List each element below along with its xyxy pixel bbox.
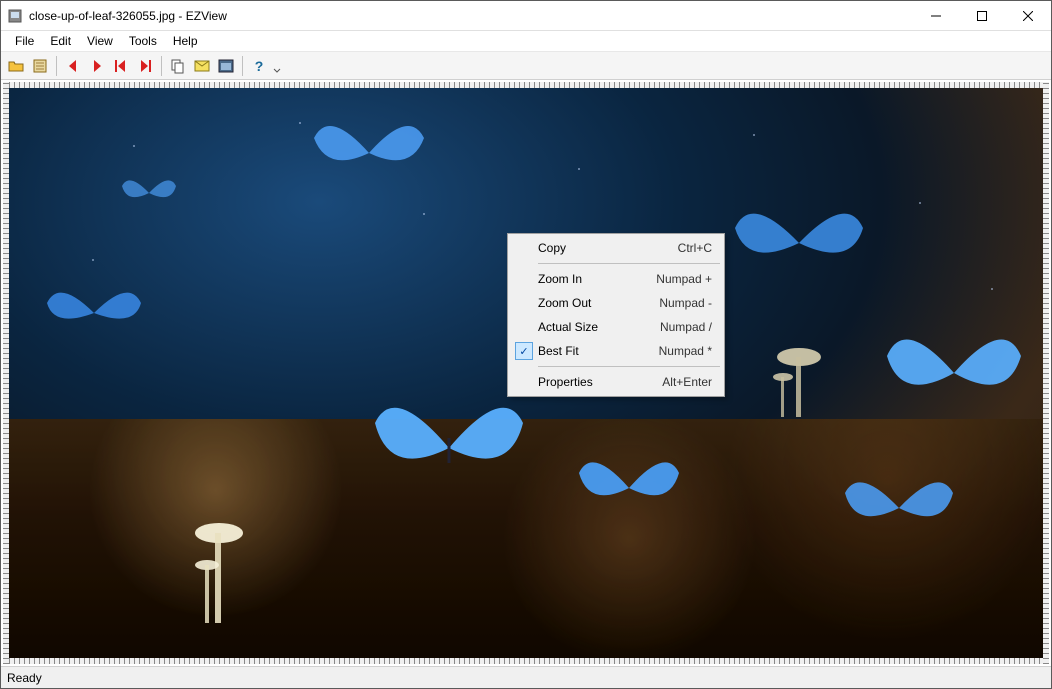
ctx-zoom-in[interactable]: Zoom In Numpad +: [510, 267, 722, 291]
menu-edit[interactable]: Edit: [42, 32, 79, 50]
ctx-properties[interactable]: Properties Alt+Enter: [510, 370, 722, 394]
ctx-best-fit[interactable]: ✓ Best Fit Numpad *: [510, 339, 722, 363]
image-viewport[interactable]: Copy Ctrl+C Zoom In Numpad + Zoom Out Nu…: [9, 88, 1043, 658]
image-butterfly: [369, 378, 529, 518]
image-butterfly: [574, 438, 684, 538]
minimize-button[interactable]: [913, 1, 959, 31]
ctx-shortcut: Numpad /: [660, 320, 712, 334]
ctx-separator: [538, 366, 720, 367]
scan-icon[interactable]: [29, 55, 51, 77]
ctx-copy[interactable]: Copy Ctrl+C: [510, 236, 722, 260]
content-inner: Copy Ctrl+C Zoom In Numpad + Zoom Out Nu…: [9, 82, 1043, 664]
image-butterfly: [879, 308, 1029, 438]
title-bar: close-up-of-leaf-326055.jpg - EZView: [1, 1, 1051, 31]
close-button[interactable]: [1005, 1, 1051, 31]
toolbar: ?: [1, 52, 1051, 80]
image-butterfly: [839, 458, 959, 558]
ctx-shortcut: Numpad +: [656, 272, 712, 286]
context-menu: Copy Ctrl+C Zoom In Numpad + Zoom Out Nu…: [507, 233, 725, 397]
window-controls: [913, 1, 1051, 31]
ctx-shortcut: Alt+Enter: [662, 375, 712, 389]
image-mushroom: [769, 345, 829, 428]
image-butterfly: [309, 103, 429, 203]
menu-tools[interactable]: Tools: [121, 32, 165, 50]
app-icon: [7, 8, 23, 24]
fullscreen-icon[interactable]: [215, 55, 237, 77]
ctx-label: Actual Size: [538, 320, 598, 334]
open-icon[interactable]: [5, 55, 27, 77]
ctx-label: Zoom In: [538, 272, 582, 286]
ctx-actual-size[interactable]: Actual Size Numpad /: [510, 315, 722, 339]
ctx-separator: [538, 263, 720, 264]
help-icon[interactable]: ?: [248, 55, 270, 77]
toolbar-separator: [242, 56, 243, 76]
copy-icon[interactable]: [167, 55, 189, 77]
menu-view[interactable]: View: [79, 32, 121, 50]
prev-icon[interactable]: [62, 55, 84, 77]
image-mushroom: [189, 515, 249, 638]
menu-help[interactable]: Help: [165, 32, 206, 50]
status-bar: Ready: [1, 666, 1051, 688]
ctx-label: Properties: [538, 375, 593, 389]
ruler-right: [1043, 82, 1049, 664]
window-title: close-up-of-leaf-326055.jpg - EZView: [29, 9, 227, 23]
image-butterfly: [729, 188, 869, 298]
ctx-label: Zoom Out: [538, 296, 591, 310]
status-text: Ready: [7, 671, 42, 685]
content-area: Copy Ctrl+C Zoom In Numpad + Zoom Out Nu…: [1, 80, 1051, 666]
ctx-shortcut: Numpad -: [659, 296, 712, 310]
menu-bar: File Edit View Tools Help: [1, 31, 1051, 52]
ruler-bottom: [9, 658, 1043, 664]
check-icon: ✓: [515, 342, 533, 360]
image-butterfly: [119, 168, 179, 218]
menu-file[interactable]: File: [7, 32, 42, 50]
last-icon[interactable]: [134, 55, 156, 77]
toolbar-overflow-icon[interactable]: [272, 55, 282, 77]
ctx-shortcut: Ctrl+C: [678, 241, 712, 255]
email-icon[interactable]: [191, 55, 213, 77]
maximize-button[interactable]: [959, 1, 1005, 31]
toolbar-separator: [56, 56, 57, 76]
svg-text:?: ?: [255, 58, 264, 74]
next-icon[interactable]: [86, 55, 108, 77]
ctx-label: Best Fit: [538, 344, 579, 358]
first-icon[interactable]: [110, 55, 132, 77]
ctx-label: Copy: [538, 241, 566, 255]
image-butterfly: [39, 268, 149, 358]
toolbar-separator: [161, 56, 162, 76]
ctx-shortcut: Numpad *: [659, 344, 712, 358]
ctx-zoom-out[interactable]: Zoom Out Numpad -: [510, 291, 722, 315]
